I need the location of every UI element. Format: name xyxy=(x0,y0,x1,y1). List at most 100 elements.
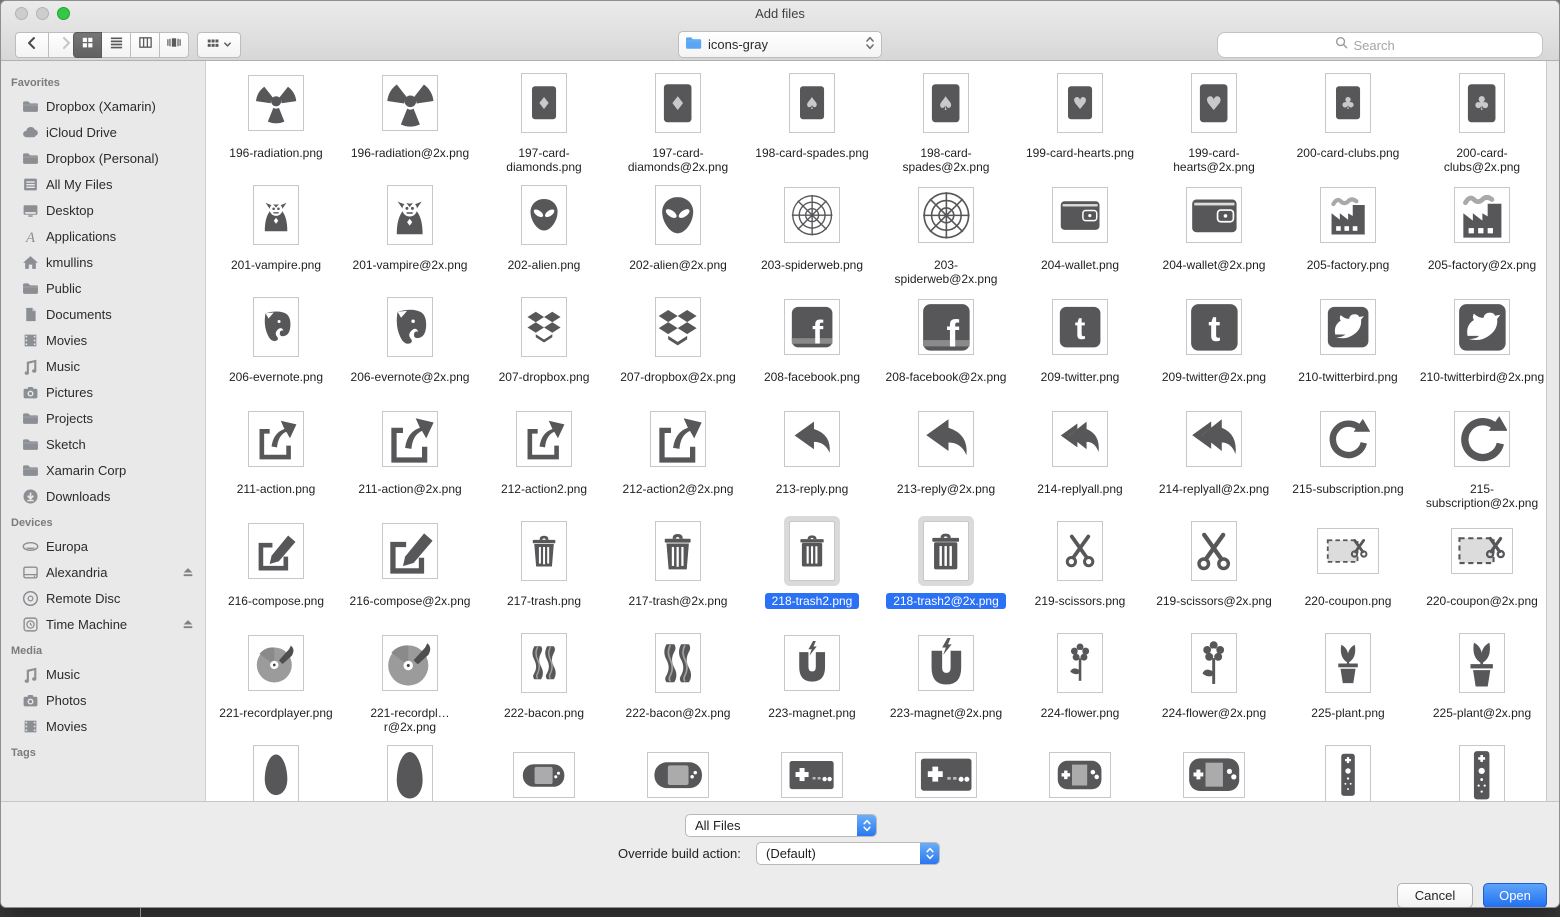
view-list-button[interactable] xyxy=(102,32,131,58)
sidebar-item-desktop[interactable]: Desktop xyxy=(1,197,205,223)
arrange-button[interactable] xyxy=(197,32,241,58)
sidebar-item-europa[interactable]: Europa xyxy=(1,533,205,559)
back-button[interactable] xyxy=(15,32,49,58)
sidebar-item-downloads[interactable]: Downloads xyxy=(1,483,205,509)
file-item[interactable]: 205-factory.png xyxy=(1281,179,1415,291)
view-columns-button[interactable] xyxy=(131,32,160,58)
file-item[interactable]: 203-spiderweb.png xyxy=(745,179,879,291)
location-dropdown[interactable]: icons-gray xyxy=(678,31,882,58)
file-item[interactable]: f 208-facebook@2x.png xyxy=(879,291,1013,403)
eject-icon[interactable] xyxy=(181,565,195,579)
file-type-select[interactable]: All Files xyxy=(685,814,877,837)
file-item[interactable]: 206-evernote@2x.png xyxy=(343,291,477,403)
file-item[interactable]: ♦ 197-card-diamonds@2x.png xyxy=(611,67,745,179)
override-build-action-select[interactable]: (Default) xyxy=(756,842,940,865)
file-item[interactable]: 210-twitterbird@2x.png xyxy=(1415,291,1549,403)
file-item[interactable]: f 208-facebook.png xyxy=(745,291,879,403)
file-item[interactable]: ♣ 200-card-clubs@2x.png xyxy=(1415,67,1549,179)
sidebar-item-xamarin-corp[interactable]: Xamarin Corp xyxy=(1,457,205,483)
file-item[interactable]: 207-dropbox@2x.png xyxy=(611,291,745,403)
file-item[interactable]: ♠ 198-card-spades@2x.png xyxy=(879,67,1013,179)
file-item[interactable]: 196-radiation@2x.png xyxy=(343,67,477,179)
file-item[interactable]: 219-scissors@2x.png xyxy=(1147,515,1281,627)
sidebar-item-documents[interactable]: Documents xyxy=(1,301,205,327)
sidebar-item-dropbox-personal-[interactable]: Dropbox (Personal) xyxy=(1,145,205,171)
file-item[interactable]: 203-spiderweb@2x.png xyxy=(879,179,1013,291)
file-item[interactable]: 221-recordplayer.png xyxy=(209,627,343,739)
open-button[interactable]: Open xyxy=(1483,883,1547,907)
sidebar-item-pictures[interactable]: Pictures xyxy=(1,379,205,405)
file-item[interactable]: ♣ 200-card-clubs.png xyxy=(1281,67,1415,179)
file-item[interactable]: 215-subscription.png xyxy=(1281,403,1415,515)
file-item[interactable]: 211-action@2x.png xyxy=(343,403,477,515)
file-item[interactable] xyxy=(343,739,477,801)
file-item[interactable]: 221-recordpl…r@2x.png xyxy=(343,627,477,739)
file-item[interactable] xyxy=(1147,739,1281,801)
file-item[interactable]: 214-replyall.png xyxy=(1013,403,1147,515)
sidebar-item-all-my-files[interactable]: All My Files xyxy=(1,171,205,197)
sidebar-item-remote-disc[interactable]: Remote Disc xyxy=(1,585,205,611)
file-item[interactable] xyxy=(611,739,745,801)
vertical-scrollbar[interactable] xyxy=(1546,61,1559,801)
file-item[interactable]: 213-reply.png xyxy=(745,403,879,515)
sidebar-item-time-machine[interactable]: Time Machine xyxy=(1,611,205,637)
file-item[interactable]: 222-bacon@2x.png xyxy=(611,627,745,739)
file-item[interactable]: 217-trash.png xyxy=(477,515,611,627)
file-item[interactable]: 225-plant@2x.png xyxy=(1415,627,1549,739)
sidebar-item-sketch[interactable]: Sketch xyxy=(1,431,205,457)
file-item[interactable] xyxy=(209,739,343,801)
file-item[interactable]: ♥ 199-card-hearts.png xyxy=(1013,67,1147,179)
file-item[interactable]: 204-wallet@2x.png xyxy=(1147,179,1281,291)
sidebar-item-alexandria[interactable]: Alexandria xyxy=(1,559,205,585)
file-item[interactable] xyxy=(1281,739,1415,801)
sidebar-item-kmullins[interactable]: kmullins xyxy=(1,249,205,275)
file-item[interactable]: ♠ 198-card-spades.png xyxy=(745,67,879,179)
sidebar-item-applications[interactable]: A Applications xyxy=(1,223,205,249)
cancel-button[interactable]: Cancel xyxy=(1397,883,1473,907)
file-item[interactable]: 223-magnet@2x.png xyxy=(879,627,1013,739)
file-item[interactable]: 210-twitterbird.png xyxy=(1281,291,1415,403)
file-item[interactable]: 215-subscription@2x.png xyxy=(1415,403,1549,515)
file-item[interactable]: 217-trash@2x.png xyxy=(611,515,745,627)
file-item[interactable]: ♥ 199-card-hearts@2x.png xyxy=(1147,67,1281,179)
file-item[interactable]: 201-vampire.png xyxy=(209,179,343,291)
file-item[interactable]: t 209-twitter@2x.png xyxy=(1147,291,1281,403)
file-item[interactable]: 196-radiation.png xyxy=(209,67,343,179)
file-item[interactable]: 216-compose.png xyxy=(209,515,343,627)
search-field[interactable] xyxy=(1217,32,1543,58)
view-grid-button[interactable] xyxy=(73,32,102,58)
file-item[interactable]: 205-factory@2x.png xyxy=(1415,179,1549,291)
view-coverflow-button[interactable] xyxy=(160,32,189,58)
file-item[interactable] xyxy=(879,739,1013,801)
file-item[interactable]: ♦ 197-card-diamonds.png xyxy=(477,67,611,179)
sidebar-item-music[interactable]: Music xyxy=(1,661,205,687)
file-item[interactable]: 212-action2.png xyxy=(477,403,611,515)
search-input[interactable] xyxy=(1351,36,1426,54)
file-item[interactable]: 201-vampire@2x.png xyxy=(343,179,477,291)
file-item[interactable]: 225-plant.png xyxy=(1281,627,1415,739)
file-item[interactable]: 222-bacon.png xyxy=(477,627,611,739)
sidebar-item-movies[interactable]: Movies xyxy=(1,327,205,353)
file-item[interactable]: 213-reply@2x.png xyxy=(879,403,1013,515)
file-item[interactable]: 216-compose@2x.png xyxy=(343,515,477,627)
file-item[interactable]: 224-flower.png xyxy=(1013,627,1147,739)
file-item[interactable]: 218-trash2.png xyxy=(745,515,879,627)
file-item[interactable]: 202-alien.png xyxy=(477,179,611,291)
file-item[interactable]: 223-magnet.png xyxy=(745,627,879,739)
file-item[interactable]: 219-scissors.png xyxy=(1013,515,1147,627)
file-item[interactable]: 207-dropbox.png xyxy=(477,291,611,403)
sidebar-item-movies[interactable]: Movies xyxy=(1,713,205,739)
file-item[interactable]: t 209-twitter.png xyxy=(1013,291,1147,403)
sidebar-item-dropbox-xamarin-[interactable]: Dropbox (Xamarin) xyxy=(1,93,205,119)
file-item[interactable]: 214-replyall@2x.png xyxy=(1147,403,1281,515)
sidebar-item-photos[interactable]: Photos xyxy=(1,687,205,713)
sidebar-item-projects[interactable]: Projects xyxy=(1,405,205,431)
file-item[interactable]: 218-trash2@2x.png xyxy=(879,515,1013,627)
file-item[interactable] xyxy=(1415,739,1549,801)
file-item[interactable]: 224-flower@2x.png xyxy=(1147,627,1281,739)
sidebar-item-public[interactable]: Public xyxy=(1,275,205,301)
file-item[interactable] xyxy=(745,739,879,801)
file-item[interactable] xyxy=(1013,739,1147,801)
file-item[interactable]: 212-action2@2x.png xyxy=(611,403,745,515)
file-item[interactable]: 211-action.png xyxy=(209,403,343,515)
